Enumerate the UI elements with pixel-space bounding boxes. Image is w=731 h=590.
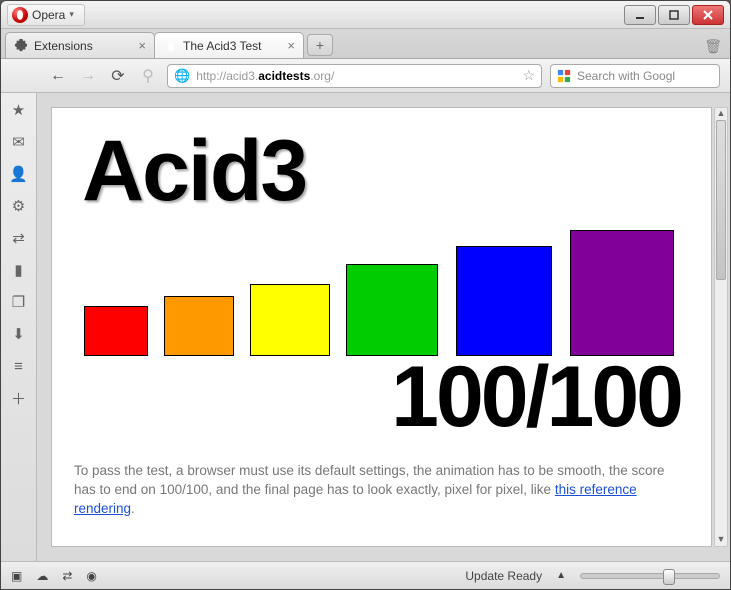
arrow-left-icon: ← — [50, 67, 66, 85]
scrollbar-thumb[interactable] — [716, 120, 726, 280]
bucket-green — [346, 264, 438, 356]
url-protocol: http:// — [196, 69, 226, 83]
chevron-up-icon[interactable]: ▲ — [556, 570, 566, 581]
mail-panel-button[interactable]: ✉ — [10, 133, 28, 151]
scroll-up-icon[interactable]: ▲ — [715, 108, 727, 120]
bucket-purple — [570, 230, 674, 356]
url-path: .org/ — [310, 69, 334, 83]
zoom-slider[interactable] — [580, 573, 720, 579]
google-icon — [557, 69, 571, 83]
window-controls — [624, 5, 724, 25]
note-icon: ▮ — [14, 261, 22, 279]
tab-strip: Extensions × The Acid3 Test × + 🗑 — [1, 29, 730, 59]
tab-close-icon[interactable]: × — [138, 38, 146, 53]
mail-icon: ✉ — [12, 133, 25, 151]
key-icon: ⚲ — [142, 66, 154, 86]
update-ready-label[interactable]: Update Ready — [465, 569, 542, 583]
acid3-title: Acid3 — [82, 122, 306, 221]
reload-icon: ⟳ — [111, 66, 124, 86]
turbo-status-button[interactable]: ◉ — [86, 569, 96, 583]
closed-tabs-button[interactable]: 🗑 — [704, 38, 722, 55]
wand-button[interactable]: ⚲ — [137, 65, 159, 87]
tab-close-icon[interactable]: × — [287, 38, 295, 53]
plus-icon: + — [316, 37, 324, 53]
minimize-button[interactable] — [624, 5, 656, 25]
share-icon: ⇄ — [62, 569, 72, 583]
titlebar: Opera ▾ — [1, 1, 730, 29]
unite-panel-button[interactable]: ⇄ — [10, 229, 28, 247]
url-subdomain: acid3. — [226, 69, 258, 83]
acid3-description: To pass the test, a browser must use its… — [74, 462, 689, 519]
panel-sidebar: ★ ✉ 👤 ⚙ ⇄ ▮ ❐ ⬇ ≡ ＋ — [1, 93, 37, 561]
bookmark-star-icon[interactable]: ☆ — [522, 67, 535, 84]
search-box[interactable]: Search with Googl — [550, 64, 720, 88]
bookmarks-panel-button[interactable]: ★ — [10, 101, 28, 119]
chevron-down-icon: ▾ — [69, 9, 74, 20]
bucket-blue — [456, 246, 552, 356]
client-area: ★ ✉ 👤 ⚙ ⇄ ▮ ❐ ⬇ ≡ ＋ Acid3 1 — [1, 93, 730, 561]
tab-extensions[interactable]: Extensions × — [5, 32, 155, 58]
chat-panel-button[interactable]: ❐ — [10, 293, 28, 311]
opera-favicon-icon — [163, 39, 177, 53]
tab-acid3[interactable]: The Acid3 Test × — [154, 32, 304, 58]
add-panel-button[interactable]: ＋ — [10, 389, 28, 407]
globe-icon: 🌐 — [174, 68, 190, 84]
bucket-red — [84, 306, 148, 356]
page-viewport: Acid3 100/100 To pass the test, a browse… — [37, 93, 730, 561]
plus-icon: ＋ — [11, 388, 26, 409]
trash-icon: 🗑 — [704, 38, 722, 54]
search-placeholder: Search with Googl — [577, 69, 675, 83]
history-icon: ≡ — [14, 358, 23, 375]
zoom-knob[interactable] — [663, 569, 675, 585]
scroll-down-icon[interactable]: ▼ — [715, 534, 727, 546]
tab-label: The Acid3 Test — [183, 39, 281, 53]
star-icon: ★ — [12, 101, 25, 119]
page-content: Acid3 100/100 To pass the test, a browse… — [51, 107, 712, 547]
notes-panel-button[interactable]: ▮ — [10, 261, 28, 279]
back-button[interactable]: ← — [47, 65, 69, 87]
maximize-button[interactable] — [658, 5, 690, 25]
gauge-icon: ◉ — [86, 569, 96, 583]
sync-status-button[interactable]: ☁ — [36, 569, 48, 583]
acid3-buckets — [84, 256, 664, 356]
reload-button[interactable]: ⟳ — [107, 65, 129, 87]
desc-text-end: . — [131, 501, 135, 516]
gear-icon: ⚙ — [12, 197, 25, 215]
status-bar: ▣ ☁ ⇄ ◉ Update Ready ▲ — [1, 561, 730, 589]
person-icon: 👤 — [9, 165, 28, 183]
close-button[interactable] — [692, 5, 724, 25]
cloud-icon: ☁ — [36, 569, 48, 583]
panel-icon: ▣ — [11, 569, 22, 583]
opera-logo-icon — [12, 7, 28, 23]
panel-toggle-button[interactable]: ▣ — [11, 569, 22, 583]
opera-menu-button[interactable]: Opera ▾ — [7, 4, 85, 26]
settings-panel-button[interactable]: ⚙ — [10, 197, 28, 215]
opera-menu-label: Opera — [32, 8, 65, 22]
download-icon: ⬇ — [12, 325, 25, 343]
bucket-orange — [164, 296, 234, 356]
close-icon — [703, 10, 713, 20]
downloads-panel-button[interactable]: ⬇ — [10, 325, 28, 343]
chat-icon: ❐ — [12, 293, 25, 311]
browser-window: Opera ▾ Extensions × — [0, 0, 731, 590]
maximize-icon — [669, 10, 679, 20]
url-domain: acidtests — [258, 69, 310, 83]
bucket-yellow — [250, 284, 330, 356]
contacts-panel-button[interactable]: 👤 — [10, 165, 28, 183]
address-text: http://acid3.acidtests.org/ — [196, 69, 334, 83]
arrow-right-icon: → — [80, 67, 96, 85]
acid3-score: 100/100 — [391, 348, 681, 447]
new-tab-button[interactable]: + — [307, 34, 333, 56]
share-icon: ⇄ — [12, 229, 25, 247]
nav-toolbar: ← → ⟳ ⚲ 🌐 http://acid3.acidtests.org/ ☆ … — [1, 59, 730, 93]
vertical-scrollbar[interactable]: ▲ ▼ — [714, 107, 728, 547]
minimize-icon — [635, 10, 645, 20]
address-bar[interactable]: 🌐 http://acid3.acidtests.org/ ☆ — [167, 64, 542, 88]
puzzle-icon — [14, 39, 28, 53]
forward-button[interactable]: → — [77, 65, 99, 87]
tab-label: Extensions — [34, 39, 132, 53]
history-panel-button[interactable]: ≡ — [10, 357, 28, 375]
link-status-button[interactable]: ⇄ — [62, 569, 72, 583]
